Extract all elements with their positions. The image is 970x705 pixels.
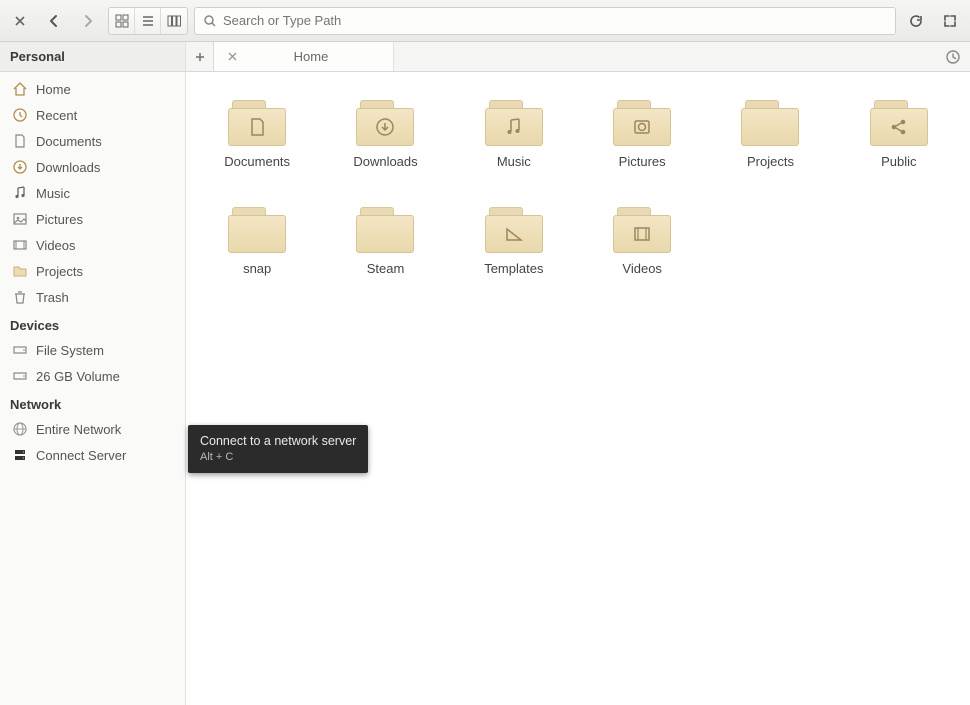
sidebar-item-label: Documents [36, 134, 102, 149]
music-icon [12, 185, 28, 201]
sidebar-item-videos[interactable]: Videos [0, 232, 185, 258]
icon-view-button[interactable] [109, 8, 135, 34]
content-area[interactable]: Documents Downloads Music Pictures Projects P… [186, 72, 970, 705]
pictures-icon [12, 211, 28, 227]
forward-button[interactable] [74, 7, 102, 35]
folder-label: Videos [622, 261, 662, 276]
folder-icon [870, 100, 928, 146]
tab-home[interactable]: Home [214, 42, 394, 71]
new-tab-button[interactable] [186, 42, 214, 71]
sidebar-item-home[interactable]: Home [0, 76, 185, 102]
tab-label: Home [243, 49, 379, 64]
sidebar-item-label: Pictures [36, 212, 83, 227]
folder-label: Documents [224, 154, 290, 169]
list-view-button[interactable] [135, 8, 161, 34]
folder-label: snap [243, 261, 271, 276]
sidebar-item-label: Connect Server [36, 448, 126, 463]
close-button[interactable] [6, 7, 34, 35]
sidebar-item-recent[interactable]: Recent [0, 102, 185, 128]
folder-item-steam[interactable]: Steam [326, 203, 444, 280]
folder-icon [485, 207, 543, 253]
folder-label: Templates [484, 261, 543, 276]
folder-icon [613, 207, 671, 253]
tooltip-shortcut: Alt + C [200, 450, 356, 465]
folder-item-projects[interactable]: Projects [711, 96, 829, 173]
sidebar-item-label: Recent [36, 108, 77, 123]
server-icon [12, 447, 28, 463]
folder-label: Music [497, 154, 531, 169]
folder-label: Pictures [619, 154, 666, 169]
downloads-icon [12, 159, 28, 175]
folder-grid: Documents Downloads Music Pictures Projects P… [198, 96, 958, 280]
back-button[interactable] [40, 7, 68, 35]
drive-icon [12, 342, 28, 358]
folder-item-public[interactable]: Public [840, 96, 958, 173]
tab-close-icon[interactable] [228, 52, 237, 61]
home-icon [12, 81, 28, 97]
folder-icon [485, 100, 543, 146]
column-view-button[interactable] [161, 8, 187, 34]
search-icon [203, 14, 217, 28]
view-mode-group [108, 7, 188, 35]
folder-icon [228, 207, 286, 253]
sidebar-item-connect-server[interactable]: Connect Server [0, 442, 185, 468]
tooltip-title: Connect to a network server [200, 433, 356, 450]
folder-item-music[interactable]: Music [455, 96, 573, 173]
sidebar-item-label: Entire Network [36, 422, 121, 437]
sidebar-item-label: Videos [36, 238, 76, 253]
sidebar-item-label: Music [36, 186, 70, 201]
sidebar-item-label: File System [36, 343, 104, 358]
trash-icon [12, 289, 28, 305]
folder-icon [356, 207, 414, 253]
tab-row: Personal Home [0, 42, 970, 72]
folder-icon [12, 263, 28, 279]
folder-icon [228, 100, 286, 146]
fullscreen-button[interactable] [936, 7, 964, 35]
sidebar-item-label: Trash [36, 290, 69, 305]
recent-icon [12, 107, 28, 123]
folder-label: Downloads [353, 154, 417, 169]
folder-icon [613, 100, 671, 146]
history-button[interactable] [936, 42, 970, 71]
sidebar-item-projects[interactable]: Projects [0, 258, 185, 284]
videos-icon [12, 237, 28, 253]
sidebar-item-label: Downloads [36, 160, 100, 175]
folder-item-downloads[interactable]: Downloads [326, 96, 444, 173]
sidebar-item-documents[interactable]: Documents [0, 128, 185, 154]
sidebar-header: Personal [0, 42, 186, 71]
sidebar-item-music[interactable]: Music [0, 180, 185, 206]
sidebar-item-entire-network[interactable]: Entire Network [0, 416, 185, 442]
folder-label: Public [881, 154, 916, 169]
path-bar[interactable] [194, 7, 896, 35]
folder-item-snap[interactable]: snap [198, 203, 316, 280]
globe-icon [12, 421, 28, 437]
tooltip: Connect to a network server Alt + C [188, 425, 368, 473]
sidebar-item-pictures[interactable]: Pictures [0, 206, 185, 232]
main: Home Recent Documents Downloads Music Pi… [0, 72, 970, 705]
folder-item-pictures[interactable]: Pictures [583, 96, 701, 173]
path-input[interactable] [223, 13, 887, 28]
folder-label: Projects [747, 154, 794, 169]
sidebar-section-devices: Devices [0, 310, 185, 337]
folder-label: Steam [367, 261, 405, 276]
document-icon [12, 133, 28, 149]
folder-icon [356, 100, 414, 146]
folder-item-templates[interactable]: Templates [455, 203, 573, 280]
folder-item-documents[interactable]: Documents [198, 96, 316, 173]
refresh-button[interactable] [902, 7, 930, 35]
folder-item-videos[interactable]: Videos [583, 203, 701, 280]
drive-icon [12, 368, 28, 384]
sidebar: Home Recent Documents Downloads Music Pi… [0, 72, 186, 705]
folder-icon [741, 100, 799, 146]
sidebar-item-label: 26 GB Volume [36, 369, 120, 384]
sidebar-item-trash[interactable]: Trash [0, 284, 185, 310]
sidebar-item-filesystem[interactable]: File System [0, 337, 185, 363]
sidebar-item-label: Projects [36, 264, 83, 279]
sidebar-item-downloads[interactable]: Downloads [0, 154, 185, 180]
toolbar [0, 0, 970, 42]
sidebar-section-network: Network [0, 389, 185, 416]
sidebar-item-volume[interactable]: 26 GB Volume [0, 363, 185, 389]
sidebar-item-label: Home [36, 82, 71, 97]
